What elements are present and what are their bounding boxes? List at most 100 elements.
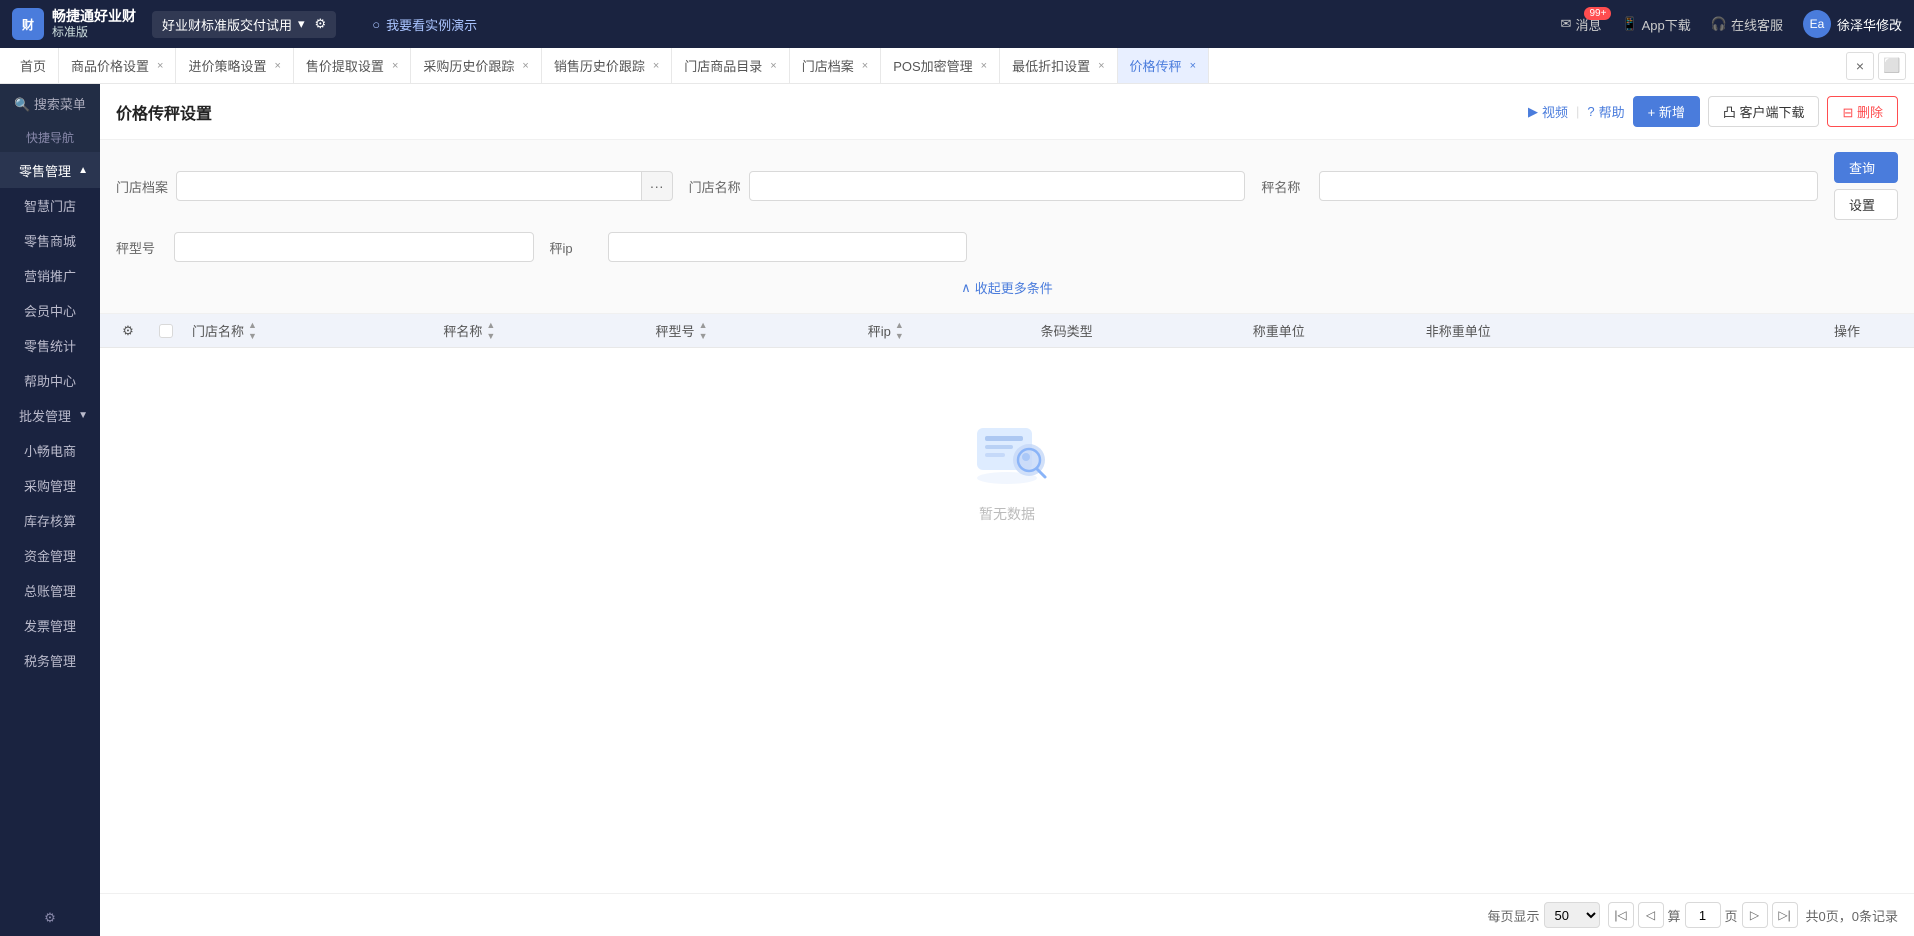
th-weight-unit[interactable]: 称重单位	[1245, 321, 1418, 340]
close-tab-store-archive[interactable]: ×	[862, 60, 868, 72]
sidebar-item-mini-ecom[interactable]: 小畅电商	[0, 433, 100, 468]
close-tab-sale[interactable]: ×	[392, 60, 398, 72]
sidebar-item-marketing[interactable]: 营销推广	[0, 258, 100, 293]
sidebar-item-online-retail[interactable]: 零售商城	[0, 223, 100, 258]
header-right: ✉ 消息 99+ 📱 App下载 🎧 在线客服 Ea 徐泽华修改	[1561, 10, 1902, 38]
page-last-button[interactable]: ▷|	[1772, 902, 1798, 928]
store-archive-input-group: ···	[176, 171, 673, 201]
page-nav: |◁ ◁ 算 页 ▷ ▷|	[1608, 902, 1798, 928]
sidebar-item-member[interactable]: 会员中心	[0, 293, 100, 328]
th-barcode-type[interactable]: 条码类型	[1033, 321, 1245, 340]
close-tab-catalog[interactable]: ×	[770, 60, 776, 72]
store-archive-input[interactable]	[176, 171, 642, 201]
video-link[interactable]: ▶ 视频	[1528, 102, 1568, 121]
demo-link[interactable]: ○ 我要看实例演示	[372, 15, 477, 34]
filter-scale-name: 秤名称	[1261, 171, 1818, 201]
page-prev-button[interactable]: ◁	[1638, 902, 1664, 928]
sidebar-item-help[interactable]: 帮助中心	[0, 363, 100, 398]
client-download-button[interactable]: 凸 客户端下载	[1708, 96, 1820, 127]
filter-store-name: 门店名称	[689, 171, 1246, 201]
page-actions: ▶ 视频 | ? 帮助 + 新增 凸 客户端下载 ⊟ 删除	[1528, 96, 1898, 127]
settings-button[interactable]: 设置	[1834, 189, 1898, 220]
th-scale-model[interactable]: 秤型号 ▲▼	[648, 320, 860, 341]
sidebar-item-general-ledger[interactable]: 总账管理	[0, 573, 100, 608]
close-tab-purchase-history[interactable]: ×	[522, 60, 528, 72]
sidebar-item-retail-stats[interactable]: 零售统计	[0, 328, 100, 363]
sidebar-item-finance[interactable]: 资金管理	[0, 538, 100, 573]
close-tab-pos[interactable]: ×	[981, 60, 987, 72]
scale-model-input[interactable]	[174, 232, 534, 262]
tab-price-scale[interactable]: 价格传秤 ×	[1118, 48, 1209, 84]
sidebar-item-invoice[interactable]: 发票管理	[0, 608, 100, 643]
page-first-button[interactable]: |◁	[1608, 902, 1634, 928]
th-store-name[interactable]: 门店名称 ▲▼	[184, 320, 435, 341]
th-check[interactable]	[148, 324, 184, 338]
filter-area: 门店档案 ··· 门店名称 秤名称 查询	[100, 140, 1914, 314]
download-icon: 📱	[1621, 16, 1637, 32]
online-service-button[interactable]: 🎧 在线客服	[1711, 15, 1783, 34]
tab-min-discount[interactable]: 最低折扣设置 ×	[1000, 48, 1117, 84]
close-tab-sale-history[interactable]: ×	[653, 60, 659, 72]
close-tab-min-discount[interactable]: ×	[1098, 60, 1104, 72]
sidebar-item-purchase[interactable]: 采购管理	[0, 468, 100, 503]
total-label: 共0页，0条记录	[1806, 906, 1898, 925]
tab-sale[interactable]: 售价提取设置 ×	[294, 48, 411, 84]
version-selector[interactable]: 好业财标准版交付试用 ▾ ⚙	[152, 11, 336, 38]
play-icon: ○	[372, 17, 380, 32]
th-scale-name[interactable]: 秤名称 ▲▼	[435, 320, 647, 341]
store-archive-addon-btn[interactable]: ···	[642, 171, 673, 201]
chevron-down-icon: ▼	[78, 410, 88, 421]
sidebar-quick-nav[interactable]: 快捷导航	[0, 123, 100, 153]
tab-maximize-button[interactable]: ⬜	[1878, 52, 1906, 80]
settings-icon[interactable]: ⚙	[315, 16, 327, 32]
sort-arrows-scale-name: ▲▼	[486, 320, 495, 341]
th-scale-ip[interactable]: 秤ip ▲▼	[860, 320, 1033, 341]
page-title: 价格传秤设置	[116, 100, 212, 124]
sidebar-item-inventory[interactable]: 库存核算	[0, 503, 100, 538]
pagination: 每页显示 10 20 50 100 |◁ ◁ 算 页 ▷ ▷| 共0页，0条记录	[100, 893, 1914, 936]
page-number-input[interactable]	[1685, 902, 1721, 928]
sidebar-settings-button[interactable]: ⚙	[0, 900, 100, 936]
close-tab-strategy[interactable]: ×	[274, 60, 280, 72]
filter-scale-ip: 秤ip	[550, 232, 968, 262]
message-badge: 99+	[1584, 7, 1611, 20]
tab-sale-history[interactable]: 销售历史价跟踪 ×	[542, 48, 672, 84]
page-size-dropdown[interactable]: 10 20 50 100	[1544, 902, 1600, 928]
store-name-input[interactable]	[749, 171, 1246, 201]
tab-price[interactable]: 商品价格设置 ×	[59, 48, 176, 84]
tab-store-archive[interactable]: 门店档案 ×	[790, 48, 881, 84]
th-non-weight-unit[interactable]: 非称重单位	[1418, 321, 1826, 340]
scale-ip-input[interactable]	[608, 232, 968, 262]
add-button[interactable]: + 新增	[1633, 96, 1700, 127]
th-settings[interactable]: ⚙	[108, 323, 148, 339]
tab-catalog[interactable]: 门店商品目录 ×	[672, 48, 789, 84]
scale-name-input[interactable]	[1319, 171, 1818, 201]
page-next-button[interactable]: ▷	[1742, 902, 1768, 928]
user-info[interactable]: Ea 徐泽华修改	[1803, 10, 1902, 38]
sidebar-search[interactable]: 🔍 搜索菜单	[0, 84, 100, 123]
close-tab-price[interactable]: ×	[157, 60, 163, 72]
help-link[interactable]: ? 帮助	[1587, 102, 1624, 121]
empty-icon	[957, 408, 1057, 488]
sidebar-item-smart-store[interactable]: 智慧门店	[0, 188, 100, 223]
message-button[interactable]: ✉ 消息 99+	[1561, 15, 1602, 34]
tab-purchase-history[interactable]: 采购历史价跟踪 ×	[411, 48, 541, 84]
help-icon: ?	[1587, 104, 1594, 119]
query-button[interactable]: 查询	[1834, 152, 1898, 183]
sidebar-item-retail[interactable]: 零售管理 ▲	[0, 153, 100, 188]
sidebar-item-wholesale[interactable]: 批发管理 ▼	[0, 398, 100, 433]
tab-strategy[interactable]: 进价策略设置 ×	[176, 48, 293, 84]
tab-home[interactable]: 首页	[8, 48, 59, 84]
collapse-button[interactable]: ∧ 收起更多条件	[116, 274, 1898, 301]
tab-close-all-button[interactable]: ×	[1846, 52, 1874, 80]
sort-arrows-store-name: ▲▼	[248, 320, 257, 341]
logo-text: 畅捷通好业财 标准版	[52, 7, 136, 41]
delete-button[interactable]: ⊟ 删除	[1827, 96, 1898, 127]
chevron-up-icon: ▲	[78, 165, 88, 176]
app-download-button[interactable]: 📱 App下载	[1621, 15, 1690, 34]
tab-pos[interactable]: POS加密管理 ×	[881, 48, 1000, 84]
close-tab-price-scale[interactable]: ×	[1190, 60, 1196, 72]
sidebar-item-tax[interactable]: 税务管理	[0, 643, 100, 678]
filter-store-archive: 门店档案 ···	[116, 171, 673, 201]
select-all-checkbox[interactable]	[159, 324, 173, 338]
